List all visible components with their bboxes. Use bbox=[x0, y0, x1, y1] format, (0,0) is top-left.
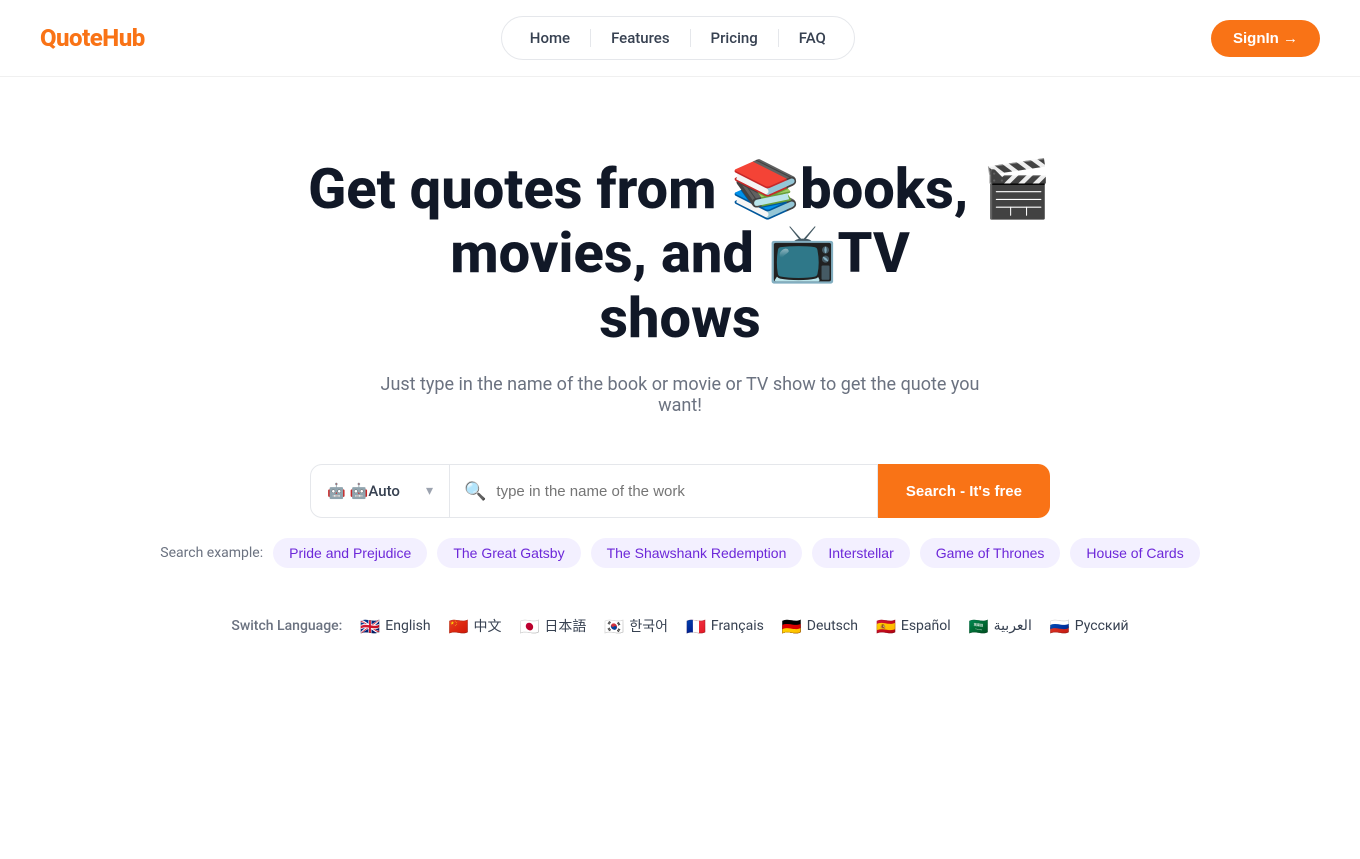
label-german: Deutsch bbox=[807, 618, 858, 634]
search-button[interactable]: Search - It's free bbox=[878, 464, 1050, 518]
auto-label: 🤖Auto bbox=[350, 482, 400, 500]
example-house-of-cards[interactable]: House of Cards bbox=[1070, 538, 1199, 568]
header: QuoteHub Home Features Pricing FAQ SignI… bbox=[0, 0, 1360, 77]
nav-home[interactable]: Home bbox=[516, 23, 584, 53]
lang-spanish[interactable]: 🇪🇸 Español bbox=[876, 617, 951, 636]
label-english: English bbox=[385, 618, 430, 634]
flag-spanish: 🇪🇸 bbox=[876, 617, 896, 636]
nav-pricing[interactable]: Pricing bbox=[697, 23, 772, 53]
chevron-down-icon: ▾ bbox=[426, 483, 433, 499]
label-japanese: 日本語 bbox=[544, 616, 586, 636]
example-shawshank[interactable]: The Shawshank Redemption bbox=[591, 538, 803, 568]
example-game-of-thrones[interactable]: Game of Thrones bbox=[920, 538, 1061, 568]
flag-french: 🇫🇷 bbox=[686, 617, 706, 636]
flag-arabic: 🇸🇦 bbox=[969, 617, 989, 636]
title-books: books, bbox=[800, 156, 982, 222]
search-input-wrapper: 🔍 bbox=[450, 464, 878, 518]
logo: QuoteHub bbox=[40, 24, 145, 52]
title-movies: movies, and bbox=[450, 220, 768, 286]
nav-faq[interactable]: FAQ bbox=[785, 23, 840, 53]
search-icon: 🔍 bbox=[464, 481, 486, 502]
search-input[interactable] bbox=[496, 483, 862, 500]
example-interstellar[interactable]: Interstellar bbox=[812, 538, 909, 568]
language-selector[interactable]: 🤖 🤖Auto ▾ bbox=[310, 464, 450, 518]
search-section: 🤖 🤖Auto ▾ 🔍 Search - It's free Search ex… bbox=[40, 464, 1320, 568]
lang-switcher-label: Switch Language: bbox=[231, 618, 342, 634]
lang-japanese[interactable]: 🇯🇵 日本語 bbox=[519, 616, 586, 636]
example-great-gatsby[interactable]: The Great Gatsby bbox=[437, 538, 580, 568]
auto-icon: 🤖 bbox=[327, 482, 346, 500]
search-examples: Search example: Pride and Prejudice The … bbox=[160, 538, 1199, 568]
label-chinese: 中文 bbox=[473, 616, 501, 636]
lang-russian[interactable]: 🇷🇺 Русский bbox=[1050, 617, 1129, 636]
flag-german: 🇩🇪 bbox=[782, 617, 802, 636]
label-korean: 한국어 bbox=[629, 616, 668, 636]
lang-korean[interactable]: 🇰🇷 한국어 bbox=[604, 616, 668, 636]
lang-french[interactable]: 🇫🇷 Français bbox=[686, 617, 764, 636]
label-spanish: Español bbox=[901, 618, 951, 634]
flag-japanese: 🇯🇵 bbox=[519, 617, 539, 636]
lang-arabic[interactable]: 🇸🇦 العربية bbox=[969, 617, 1032, 636]
lang-english[interactable]: 🇬🇧 English bbox=[360, 617, 430, 636]
title-movies-icon: 🎬 bbox=[982, 156, 1052, 222]
lang-german[interactable]: 🇩🇪 Deutsch bbox=[782, 617, 858, 636]
hero-section: Get quotes from 📚books, 🎬movies, and 📺TV… bbox=[0, 77, 1360, 676]
examples-label: Search example: bbox=[160, 545, 263, 561]
lang-chinese[interactable]: 🇨🇳 中文 bbox=[449, 616, 502, 636]
title-part1: Get quotes from bbox=[308, 156, 730, 222]
example-pride-and-prejudice[interactable]: Pride and Prejudice bbox=[273, 538, 427, 568]
title-books-icon: 📚 bbox=[730, 156, 800, 222]
flag-korean: 🇰🇷 bbox=[604, 617, 624, 636]
hero-title: Get quotes from 📚books, 🎬movies, and 📺TV… bbox=[230, 157, 1130, 350]
flag-english: 🇬🇧 bbox=[360, 617, 380, 636]
title-tv-icon: 📺 bbox=[768, 220, 838, 286]
label-french: Français bbox=[711, 618, 764, 634]
signin-button[interactable]: SignIn → bbox=[1211, 20, 1320, 57]
flag-chinese: 🇨🇳 bbox=[449, 617, 469, 636]
nav-separator-3 bbox=[778, 29, 779, 47]
label-russian: Русский bbox=[1075, 618, 1129, 634]
language-switcher: Switch Language: 🇬🇧 English 🇨🇳 中文 🇯🇵 日本語… bbox=[231, 616, 1128, 636]
nav-features[interactable]: Features bbox=[597, 23, 683, 53]
main-nav: Home Features Pricing FAQ bbox=[501, 16, 855, 60]
nav-separator-2 bbox=[690, 29, 691, 47]
hero-subtitle: Just type in the name of the book or mov… bbox=[380, 374, 980, 416]
search-bar: 🤖 🤖Auto ▾ 🔍 Search - It's free bbox=[310, 464, 1050, 518]
nav-separator-1 bbox=[590, 29, 591, 47]
flag-russian: 🇷🇺 bbox=[1050, 617, 1070, 636]
label-arabic: العربية bbox=[994, 618, 1032, 634]
